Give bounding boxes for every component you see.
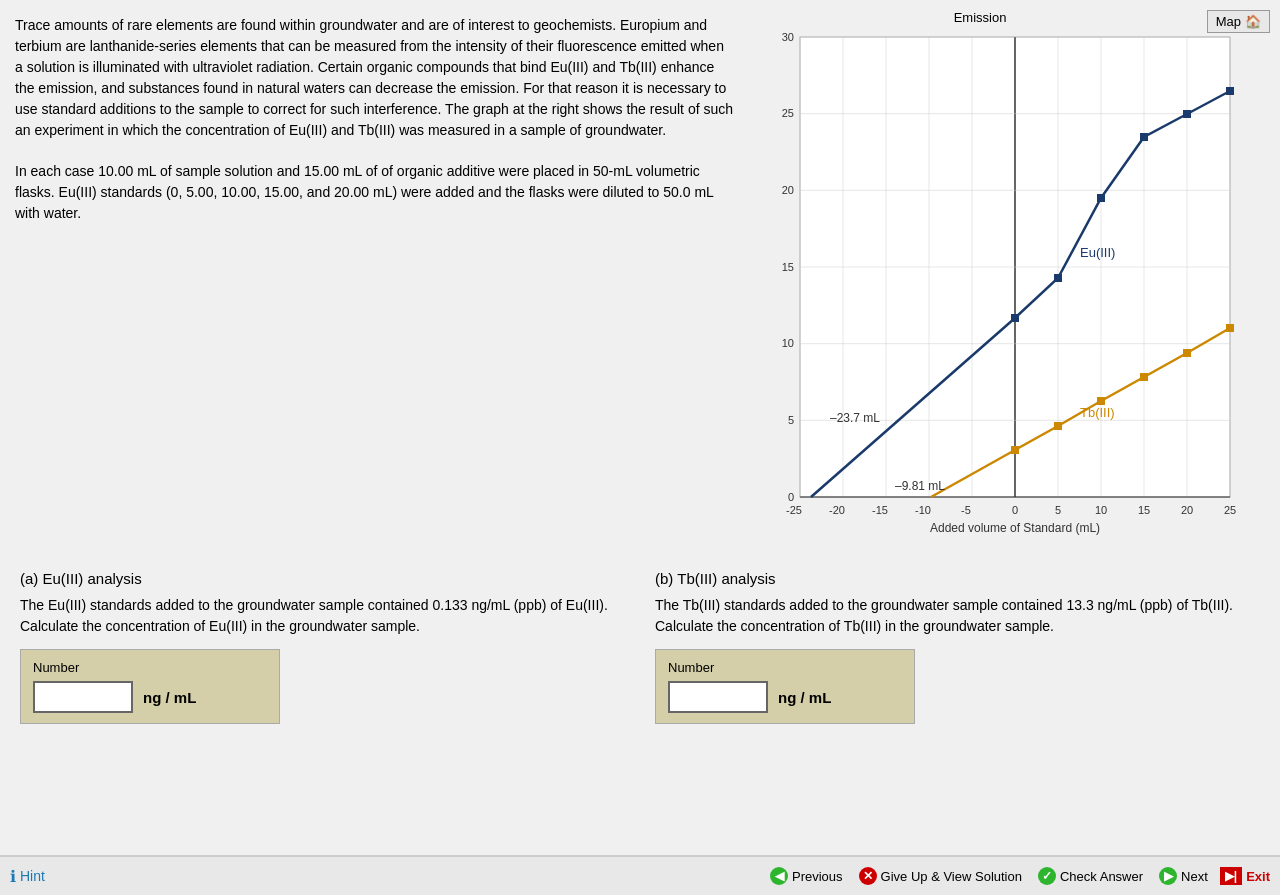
svg-rect-21 bbox=[1097, 194, 1105, 202]
svg-text:-5: -5 bbox=[961, 504, 971, 516]
answer-box-a: Number ng / mL bbox=[20, 649, 280, 724]
svg-rect-25 bbox=[1011, 446, 1019, 454]
svg-text:25: 25 bbox=[1224, 504, 1236, 516]
svg-text:30: 30 bbox=[782, 31, 794, 43]
hint-label[interactable]: Hint bbox=[20, 868, 45, 884]
svg-rect-20 bbox=[1054, 274, 1062, 282]
svg-text:-20: -20 bbox=[829, 504, 845, 516]
hint-section: ℹ Hint bbox=[10, 867, 45, 886]
svg-text:-10: -10 bbox=[915, 504, 931, 516]
answer-box-b: Number ng / mL bbox=[655, 649, 915, 724]
next-label: Next bbox=[1181, 869, 1208, 884]
answer-box-a-title: Number bbox=[33, 660, 267, 675]
svg-text:-15: -15 bbox=[872, 504, 888, 516]
left-text-panel: Trace amounts of rare elements are found… bbox=[10, 10, 740, 560]
map-button[interactable]: Map 🏠 bbox=[1207, 10, 1270, 33]
svg-text:5: 5 bbox=[1055, 504, 1061, 516]
check-icon: ✓ bbox=[1038, 867, 1056, 885]
question-b-col: (b) Tb(III) analysis The Tb(III) standar… bbox=[655, 570, 1260, 724]
svg-text:15: 15 bbox=[1138, 504, 1150, 516]
intro-paragraph-1: Trace amounts of rare elements are found… bbox=[15, 15, 735, 141]
svg-rect-29 bbox=[1183, 349, 1191, 357]
previous-icon: ◀ bbox=[770, 867, 788, 885]
unit-label-a: ng / mL bbox=[143, 689, 196, 706]
svg-text:Eu(III): Eu(III) bbox=[1080, 245, 1115, 260]
questions-section: (a) Eu(III) analysis The Eu(III) standar… bbox=[0, 570, 1280, 724]
give-up-icon: ✕ bbox=[859, 867, 877, 885]
give-up-button[interactable]: ✕ Give Up & View Solution bbox=[855, 865, 1026, 887]
check-label: Check Answer bbox=[1060, 869, 1143, 884]
intro-paragraph-2: In each case 10.00 mL of sample solution… bbox=[15, 161, 735, 224]
emission-chart: Eu(III) Tb(III) –23.7 mL –9.81 mL -25 -2… bbox=[750, 27, 1250, 537]
svg-rect-22 bbox=[1140, 133, 1148, 141]
next-button[interactable]: ▶ Next bbox=[1155, 865, 1212, 887]
svg-rect-28 bbox=[1140, 373, 1148, 381]
toolbar-buttons: ◀ Previous ✕ Give Up & View Solution ✓ C… bbox=[766, 865, 1270, 887]
svg-text:–23.7 mL: –23.7 mL bbox=[830, 411, 880, 425]
svg-rect-23 bbox=[1183, 110, 1191, 118]
svg-text:20: 20 bbox=[782, 184, 794, 196]
svg-text:–9.81 mL: –9.81 mL bbox=[895, 479, 945, 493]
svg-text:20: 20 bbox=[1181, 504, 1193, 516]
question-a-col: (a) Eu(III) analysis The Eu(III) standar… bbox=[20, 570, 625, 724]
svg-text:0: 0 bbox=[788, 491, 794, 503]
previous-label: Previous bbox=[792, 869, 843, 884]
next-icon: ▶ bbox=[1159, 867, 1177, 885]
question-b-title: (b) Tb(III) analysis bbox=[655, 570, 1260, 587]
answer-input-b[interactable] bbox=[668, 681, 768, 713]
svg-rect-30 bbox=[1226, 324, 1234, 332]
svg-rect-24 bbox=[1226, 87, 1234, 95]
exit-label: Exit bbox=[1246, 869, 1270, 884]
svg-text:5: 5 bbox=[788, 414, 794, 426]
map-icon: 🏠 bbox=[1245, 14, 1261, 29]
question-b-text: The Tb(III) standards added to the groun… bbox=[655, 595, 1260, 637]
chart-title: Emission bbox=[750, 10, 1210, 25]
svg-text:10: 10 bbox=[782, 337, 794, 349]
map-button-label: Map bbox=[1216, 14, 1241, 29]
bottom-toolbar: ℹ Hint ◀ Previous ✕ Give Up & View Solut… bbox=[0, 855, 1280, 895]
question-a-title: (a) Eu(III) analysis bbox=[20, 570, 625, 587]
svg-text:25: 25 bbox=[782, 107, 794, 119]
previous-button[interactable]: ◀ Previous bbox=[766, 865, 847, 887]
check-answer-button[interactable]: ✓ Check Answer bbox=[1034, 865, 1147, 887]
svg-text:0: 0 bbox=[1012, 504, 1018, 516]
svg-text:Added volume of Standard (mL): Added volume of Standard (mL) bbox=[930, 521, 1100, 535]
question-a-text: The Eu(III) standards added to the groun… bbox=[20, 595, 625, 637]
answer-input-a[interactable] bbox=[33, 681, 133, 713]
svg-rect-26 bbox=[1054, 422, 1062, 430]
exit-button[interactable]: ▶| Exit bbox=[1220, 867, 1270, 885]
chart-panel: Map 🏠 Emission bbox=[750, 10, 1270, 560]
give-up-label: Give Up & View Solution bbox=[881, 869, 1022, 884]
unit-label-b: ng / mL bbox=[778, 689, 831, 706]
svg-text:-25: -25 bbox=[786, 504, 802, 516]
hint-icon: ℹ bbox=[10, 867, 16, 886]
svg-text:Tb(III): Tb(III) bbox=[1080, 405, 1115, 420]
svg-rect-19 bbox=[1011, 314, 1019, 322]
answer-box-b-title: Number bbox=[668, 660, 902, 675]
exit-icon: ▶| bbox=[1220, 867, 1242, 885]
svg-rect-27 bbox=[1097, 397, 1105, 405]
svg-text:10: 10 bbox=[1095, 504, 1107, 516]
svg-text:15: 15 bbox=[782, 261, 794, 273]
